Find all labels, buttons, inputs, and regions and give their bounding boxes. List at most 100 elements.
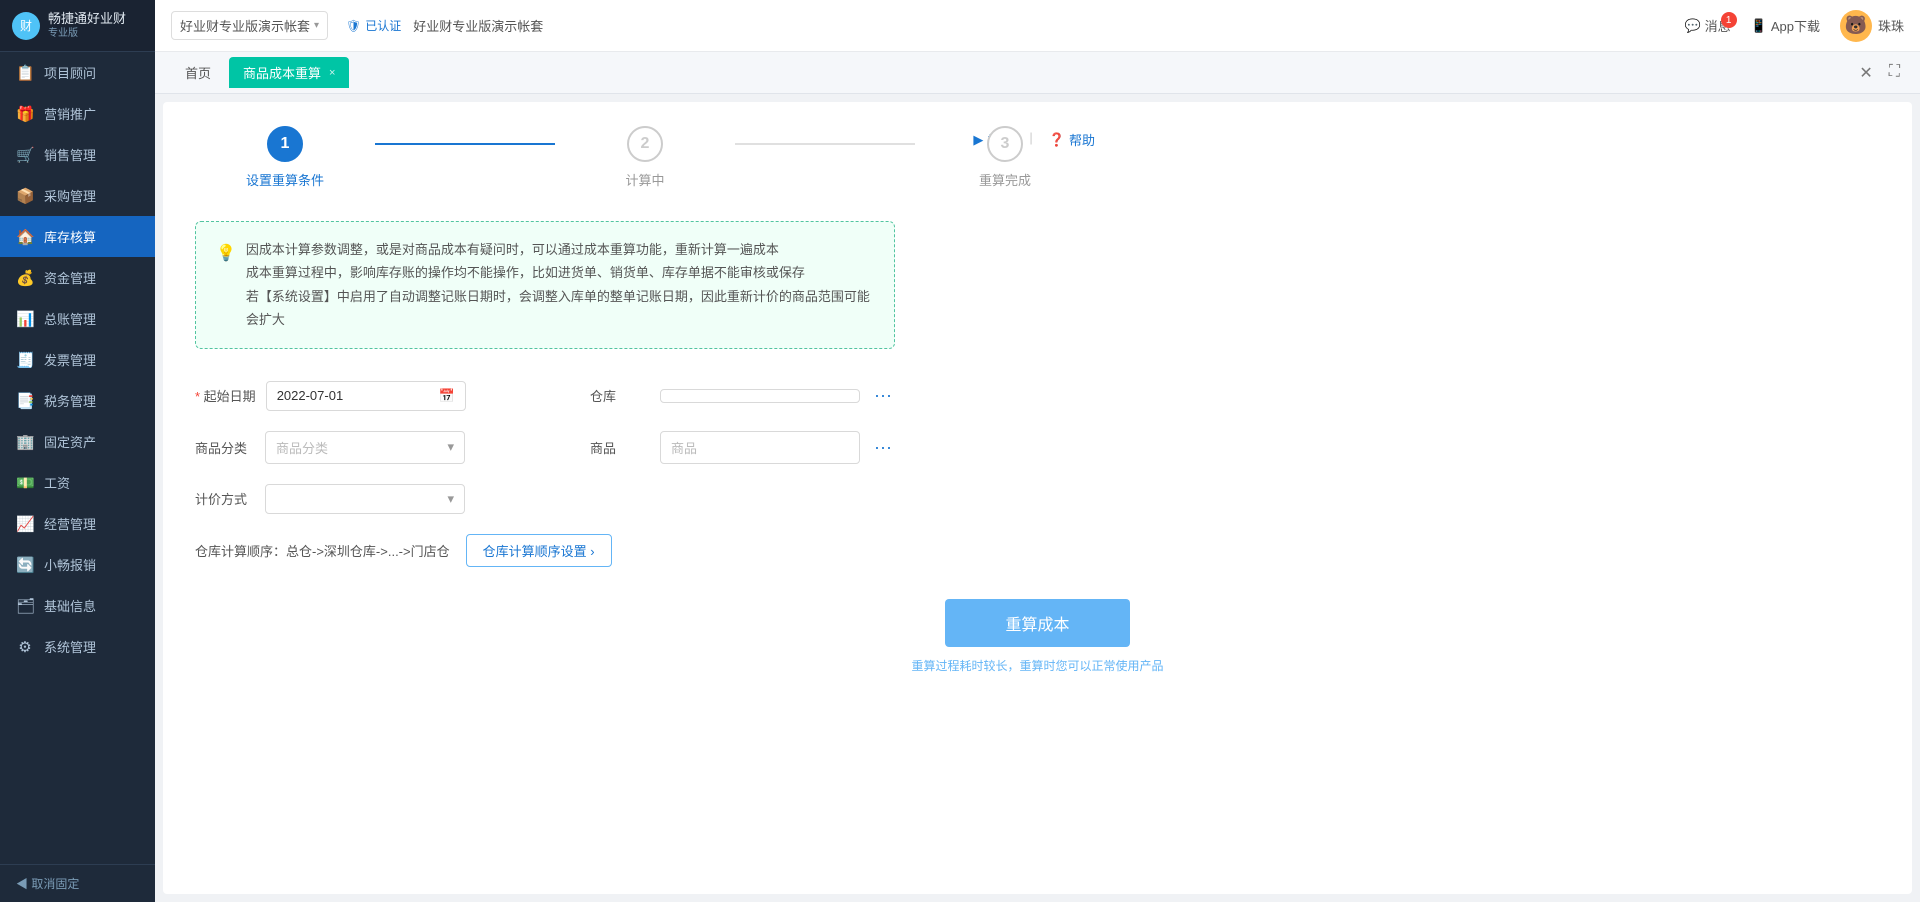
category-label: 商品分类	[195, 438, 255, 457]
sidebar-item-basic[interactable]: 🗂 基础信息	[0, 585, 155, 626]
form-section: 起始日期 2022-07-01 📅 仓库 ··· 商品分类	[195, 381, 945, 514]
tab-close-icon[interactable]: ×	[329, 67, 335, 79]
topbar-account: 好业财专业版演示帐套 ▾ 🛡 已认证 好业财专业版演示帐套	[171, 11, 543, 40]
warehouse-label: 仓库	[590, 386, 650, 405]
category-field: 商品分类 商品分类 ▾	[195, 431, 550, 464]
step-line-2	[735, 143, 915, 145]
step-2: 2 计算中	[555, 126, 735, 189]
warehouse-order-label: 仓库计算顺序：总仓->深圳仓库->...->门店仓	[195, 541, 450, 560]
info-box-text: 因成本计算参数调整，或是对商品成本有疑问时，可以通过成本重算功能，重新计算一遍成…	[246, 238, 874, 332]
form-row-1: 起始日期 2022-07-01 📅 仓库 ···	[195, 381, 945, 411]
sidebar-item-operations[interactable]: 📈 经营管理	[0, 503, 155, 544]
shield-icon: 🛡	[346, 19, 361, 33]
warehouse-order-row: 仓库计算顺序：总仓->深圳仓库->...->门店仓 仓库计算顺序设置 ›	[195, 534, 1880, 567]
sidebar-item-system[interactable]: ⚙ 系统管理	[0, 626, 155, 667]
recalc-section: 重算成本 重算过程耗时较长，重算时您可以正常使用产品	[195, 599, 1880, 674]
chevron-down-icon: ▾	[447, 439, 454, 455]
pricing-select[interactable]: ▾	[265, 484, 465, 514]
logo-icon: 财	[12, 12, 40, 40]
message-icon: 💬	[1684, 18, 1700, 34]
step-2-circle: 2	[627, 126, 663, 162]
step-1-label: 设置重算条件	[246, 170, 324, 189]
goods-more-icon[interactable]: ···	[870, 437, 896, 458]
help-link[interactable]: ❓ 帮助	[1049, 130, 1095, 149]
start-date-input[interactable]: 2022-07-01 📅	[266, 381, 466, 411]
main-area: 好业财专业版演示帐套 ▾ 🛡 已认证 好业财专业版演示帐套 💬 消息 1 📱 A…	[155, 0, 1920, 902]
accounting-icon: 📊	[16, 310, 34, 328]
operations-icon: 📈	[16, 515, 34, 533]
sidebar-item-accounting[interactable]: 📊 总账管理	[0, 298, 155, 339]
close-window-button[interactable]: ✕	[1855, 61, 1876, 85]
purchase-icon: 📦	[16, 187, 34, 205]
stepper: 1 设置重算条件 2 计算中 3 重算完成 ▶ 视频	[195, 126, 1095, 189]
info-box: 💡 因成本计算参数调整，或是对商品成本有疑问时，可以通过成本重算功能，重新计算一…	[195, 221, 895, 349]
account-name: 好业财专业版演示帐套	[413, 16, 543, 35]
tab-home[interactable]: 首页	[171, 57, 225, 88]
category-select[interactable]: 商品分类 ▾	[265, 431, 465, 464]
tax-icon: 📑	[16, 392, 34, 410]
step-2-label: 计算中	[625, 170, 664, 189]
chevron-down-icon: ▾	[447, 491, 454, 507]
sidebar-nav: 📋 项目顾问 🎁 营销推广 🛒 销售管理 📦 采购管理 🏠 库存核算 💰 资金管…	[0, 52, 155, 864]
sidebar-item-purchase[interactable]: 📦 采购管理	[0, 175, 155, 216]
sidebar-item-tax[interactable]: 📑 税务管理	[0, 380, 155, 421]
step-1: 1 设置重算条件	[195, 126, 375, 189]
recalc-hint: 重算过程耗时较长，重算时您可以正常使用产品	[911, 657, 1163, 674]
question-icon: ❓	[1049, 132, 1065, 148]
content-area: 1 设置重算条件 2 计算中 3 重算完成 ▶ 视频	[163, 102, 1912, 894]
verified-badge: 🛡 已认证	[346, 17, 401, 34]
step-1-circle: 1	[267, 126, 303, 162]
goods-input[interactable]: 商品	[660, 431, 860, 464]
warehouse-field: 仓库 ···	[590, 385, 945, 406]
tab-controls: ✕ ⛶	[1855, 61, 1904, 85]
step-line-1	[375, 143, 555, 145]
sidebar-logo: 财 畅捷通好业财 专业版	[0, 0, 155, 52]
system-icon: ⚙	[16, 638, 34, 656]
payroll-icon: 💵	[16, 474, 34, 492]
basic-icon: 🗂	[16, 597, 34, 615]
start-date-label: 起始日期	[195, 386, 256, 405]
assets-icon: 🏢	[16, 433, 34, 451]
sidebar-item-finance[interactable]: 💰 资金管理	[0, 257, 155, 298]
notification-badge: 1	[1721, 12, 1737, 28]
warehouse-more-icon[interactable]: ···	[870, 385, 896, 406]
sidebar-item-inventory[interactable]: 🏠 库存核算	[0, 216, 155, 257]
avatar: 🐻	[1840, 10, 1872, 42]
project-icon: 📋	[16, 64, 34, 82]
message-button[interactable]: 💬 消息 1	[1684, 16, 1730, 35]
bulb-icon: 💡	[216, 240, 236, 332]
goods-label: 商品	[590, 438, 650, 457]
sidebar-item-sales[interactable]: 🛒 销售管理	[0, 134, 155, 175]
warehouse-input[interactable]	[660, 389, 860, 403]
marketing-icon: 🎁	[16, 105, 34, 123]
sidebar-item-project[interactable]: 📋 项目顾问	[0, 52, 155, 93]
sidebar-item-invoice[interactable]: 🧾 发票管理	[0, 339, 155, 380]
form-row-2: 商品分类 商品分类 ▾ 商品 商品 ···	[195, 431, 945, 464]
topbar-right: 💬 消息 1 📱 App下载 🐻 珠珠	[1684, 10, 1904, 42]
play-icon: ▶	[973, 132, 983, 148]
start-date-field: 起始日期 2022-07-01 📅	[195, 381, 550, 411]
invoice-icon: 🧾	[16, 351, 34, 369]
step-3-circle: 3	[987, 126, 1023, 162]
app-download-button[interactable]: 📱 App下载	[1751, 16, 1820, 35]
chevron-down-icon: ▾	[314, 20, 319, 31]
expense-icon: 🔄	[16, 556, 34, 574]
sidebar-item-expense[interactable]: 🔄 小畅报销	[0, 544, 155, 585]
expand-window-button[interactable]: ⛶	[1885, 61, 1904, 85]
recalc-button[interactable]: 重算成本	[945, 599, 1129, 647]
sales-icon: 🛒	[16, 146, 34, 164]
phone-icon: 📱	[1751, 18, 1767, 34]
sidebar-item-payroll[interactable]: 💵 工资	[0, 462, 155, 503]
account-selector[interactable]: 好业财专业版演示帐套 ▾	[171, 11, 328, 40]
sidebar: 财 畅捷通好业财 专业版 📋 项目顾问 🎁 营销推广 🛒 销售管理 📦 采购管理…	[0, 0, 155, 902]
sidebar-unpin-button[interactable]: ◀ 取消固定	[0, 864, 155, 902]
warehouse-order-settings-button[interactable]: 仓库计算顺序设置 ›	[466, 534, 612, 567]
inventory-icon: 🏠	[16, 228, 34, 246]
pricing-label: 计价方式	[195, 489, 255, 508]
sidebar-item-assets[interactable]: 🏢 固定资产	[0, 421, 155, 462]
user-avatar-button[interactable]: 🐻 珠珠	[1840, 10, 1904, 42]
form-row-3: 计价方式 ▾	[195, 484, 945, 514]
tab-recalc[interactable]: 商品成本重算 ×	[229, 57, 349, 88]
calendar-icon[interactable]: 📅	[439, 388, 455, 404]
sidebar-item-marketing[interactable]: 🎁 营销推广	[0, 93, 155, 134]
